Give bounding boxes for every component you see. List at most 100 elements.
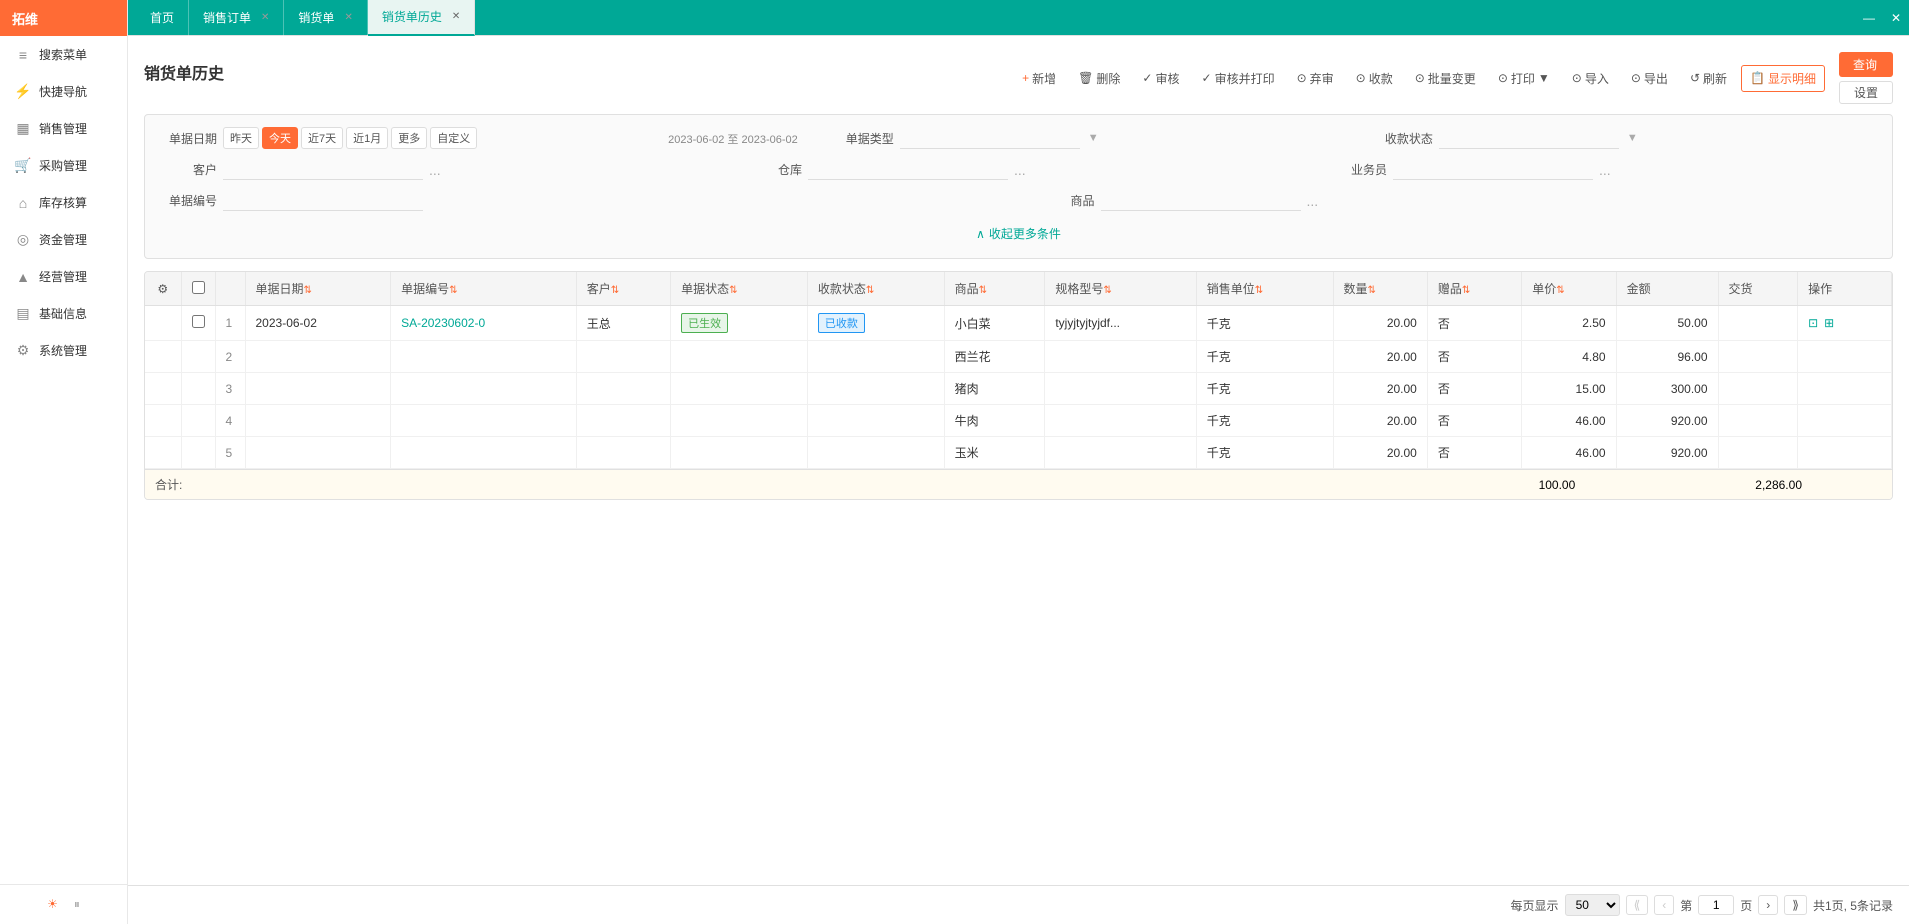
salesperson-input[interactable] — [1393, 159, 1593, 180]
table-footer: 合计: 100.00 2,286.00 — [145, 469, 1892, 499]
collect-button[interactable]: ⊙ 收款 — [1348, 66, 1401, 91]
cell-customer — [576, 341, 670, 373]
sidebar-item-finance-mgmt[interactable]: ◎ 资金管理 — [0, 221, 127, 258]
sort-sales-unit-icon: ⇅ — [1255, 285, 1263, 296]
col-doc-date[interactable]: 单据日期⇅ — [245, 272, 391, 306]
col-quantity[interactable]: 数量⇅ — [1333, 272, 1427, 306]
cell-checkbox[interactable] — [181, 341, 215, 373]
cell-doc-no — [391, 437, 577, 469]
sidebar-item-purchase-mgmt[interactable]: 🛒 采购管理 — [0, 147, 127, 184]
warehouse-input[interactable] — [808, 159, 1008, 180]
batch-change-button[interactable]: ⊙ 批量变更 — [1407, 66, 1484, 91]
col-doc-no[interactable]: 单据编号⇅ — [391, 272, 577, 306]
col-payment-status[interactable]: 收款状态⇅ — [807, 272, 944, 306]
sidebar-item-ops-mgmt[interactable]: ▲ 经营管理 — [0, 258, 127, 295]
doc-status-badge: 已生效 — [681, 313, 728, 333]
per-page-select[interactable]: 20 50 100 — [1565, 894, 1620, 916]
date-btn-more[interactable]: 更多 — [391, 127, 427, 149]
export-button[interactable]: ⊙ 导出 — [1623, 66, 1676, 91]
cell-checkbox[interactable] — [181, 373, 215, 405]
settings-button[interactable]: 设置 — [1839, 81, 1893, 104]
cell-doc-status — [671, 437, 808, 469]
tab-sales-order[interactable]: 销售订单 ✕ — [189, 0, 284, 36]
salesperson-dots[interactable]: ... — [1599, 162, 1611, 178]
payment-status-dropdown-icon[interactable]: ▼ — [1627, 132, 1638, 144]
sidebar-item-sales-mgmt[interactable]: ▦ 销售管理 — [0, 110, 127, 147]
show-detail-icon: 📋 — [1750, 71, 1765, 85]
warehouse-label: 仓库 — [746, 161, 802, 178]
date-btn-7days[interactable]: 近7天 — [301, 127, 343, 149]
add-button[interactable]: + 新增 — [1014, 66, 1064, 91]
date-btn-yesterday[interactable]: 昨天 — [223, 127, 259, 149]
import-button[interactable]: ⊙ 导入 — [1564, 66, 1617, 91]
customer-dots[interactable]: ... — [429, 162, 441, 178]
sort-quantity-icon: ⇅ — [1368, 285, 1376, 296]
col-sales-unit[interactable]: 销售单位⇅ — [1196, 272, 1333, 306]
cell-checkbox[interactable] — [181, 437, 215, 469]
abandon-button[interactable]: ⊙ 弃审 — [1289, 66, 1342, 91]
tab-sales-order-close[interactable]: ✕ — [261, 12, 269, 23]
next-page-btn[interactable]: › — [1758, 895, 1778, 915]
sidebar-bottom-icon2[interactable]: ⏸ — [74, 897, 80, 912]
cell-seq: 3 — [215, 373, 245, 405]
show-detail-button[interactable]: 📋 显示明细 — [1741, 65, 1825, 92]
window-minimize[interactable]: — — [1863, 11, 1875, 25]
refresh-button[interactable]: ↺ 刷新 — [1682, 66, 1735, 91]
cell-gift: 否 — [1427, 341, 1521, 373]
date-btn-1month[interactable]: 近1月 — [346, 127, 388, 149]
query-button[interactable]: 查询 — [1839, 52, 1893, 77]
col-checkbox[interactable] — [181, 272, 215, 306]
page-input[interactable] — [1698, 895, 1734, 915]
col-spec[interactable]: 规格型号⇅ — [1045, 272, 1196, 306]
tab-sales-goods-close[interactable]: ✕ — [344, 12, 352, 23]
tab-sales-goods[interactable]: 销货单 ✕ — [284, 0, 367, 36]
sidebar-item-basic-info[interactable]: ▤ 基础信息 — [0, 295, 127, 332]
goods-input[interactable] — [1101, 190, 1301, 211]
sidebar-item-quick-nav[interactable]: ⚡ 快捷导航 — [0, 73, 127, 110]
payment-status-input[interactable] — [1439, 128, 1619, 149]
window-close[interactable]: ✕ — [1891, 11, 1901, 25]
action-copy-btn[interactable]: ⊞ — [1824, 316, 1834, 330]
delete-icon: 🗑 — [1078, 71, 1093, 85]
cell-unit-price: 15.00 — [1522, 373, 1616, 405]
col-customer[interactable]: 客户⇅ — [576, 272, 670, 306]
date-btn-custom[interactable]: 自定义 — [430, 127, 477, 149]
col-gift[interactable]: 赠品⇅ — [1427, 272, 1521, 306]
audit-print-button[interactable]: ✓ 审核并打印 — [1194, 66, 1283, 91]
date-btn-today[interactable]: 今天 — [262, 127, 298, 149]
tab-sales-history[interactable]: 销货单历史 ✕ — [368, 0, 475, 36]
collapse-btn[interactable]: ∧ 收起更多条件 — [161, 221, 1876, 246]
warehouse-dots[interactable]: ... — [1014, 162, 1026, 178]
doc-no-input[interactable] — [223, 190, 423, 211]
col-actions: 操作 — [1798, 272, 1892, 306]
action-edit-btn[interactable]: ⊡ — [1808, 316, 1818, 330]
doc-type-dropdown-icon[interactable]: ▼ — [1088, 132, 1099, 144]
cell-doc-no: SA-20230602-0 — [391, 306, 577, 341]
doc-type-input[interactable] — [900, 128, 1080, 149]
tab-sales-history-close[interactable]: ✕ — [452, 11, 460, 22]
cell-checkbox[interactable] — [181, 306, 215, 341]
customer-input[interactable] — [223, 159, 423, 180]
export-icon: ⊙ — [1631, 71, 1641, 85]
col-unit-price[interactable]: 单价⇅ — [1522, 272, 1616, 306]
tab-home[interactable]: 首页 — [136, 0, 189, 36]
sidebar-item-inventory[interactable]: ⌂ 库存核算 — [0, 184, 127, 221]
goods-dots[interactable]: ... — [1307, 193, 1319, 209]
print-button[interactable]: ⊙ 打印 ▼ — [1490, 66, 1558, 91]
col-settings[interactable]: ⚙ — [145, 272, 181, 306]
first-page-btn[interactable]: ⟪ — [1626, 895, 1649, 915]
sidebar-item-search-menu[interactable]: ≡ 搜索菜单 — [0, 36, 127, 73]
row-checkbox[interactable] — [192, 315, 205, 328]
cell-payment-status — [807, 341, 944, 373]
audit-button[interactable]: ✓ 审核 — [1134, 66, 1187, 91]
delete-button[interactable]: 🗑 删除 — [1070, 66, 1128, 91]
cell-payment-status — [807, 373, 944, 405]
cell-checkbox[interactable] — [181, 405, 215, 437]
select-all-checkbox[interactable] — [192, 281, 205, 294]
last-page-btn[interactable]: ⟫ — [1784, 895, 1807, 915]
col-doc-status[interactable]: 单据状态⇅ — [671, 272, 808, 306]
col-goods[interactable]: 商品⇅ — [944, 272, 1045, 306]
sidebar-bottom-icon1[interactable]: ☀ — [47, 897, 58, 912]
prev-page-btn[interactable]: ‹ — [1654, 895, 1674, 915]
sidebar-item-sys-mgmt[interactable]: ⚙ 系统管理 — [0, 332, 127, 369]
